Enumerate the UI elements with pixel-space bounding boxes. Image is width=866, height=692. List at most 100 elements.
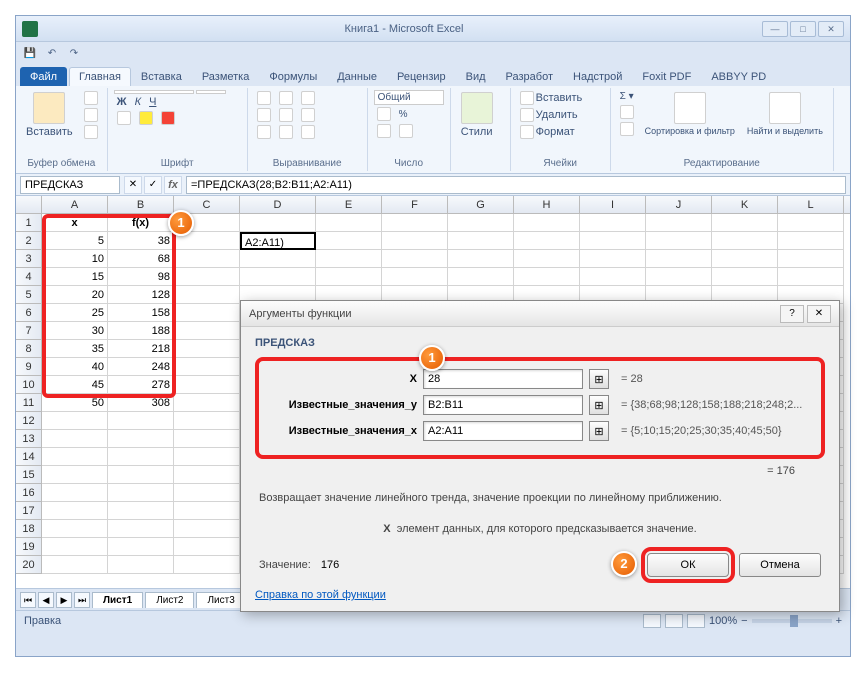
tab-formulas[interactable]: Формулы bbox=[259, 67, 327, 86]
cell-J1[interactable] bbox=[646, 214, 712, 232]
tab-insert[interactable]: Вставка bbox=[131, 67, 192, 86]
sort-filter-button[interactable]: Сортировка и фильтр bbox=[641, 90, 739, 138]
cell-C7[interactable] bbox=[174, 322, 240, 340]
cell-B18[interactable] bbox=[108, 520, 174, 538]
help-link[interactable]: Справка по этой функции bbox=[255, 589, 386, 601]
row-head-1[interactable]: 1 bbox=[16, 214, 42, 232]
arg-input-xk[interactable] bbox=[423, 421, 583, 441]
confirm-formula-icon[interactable]: ✓ bbox=[144, 176, 162, 194]
cell-E2[interactable] bbox=[316, 232, 382, 250]
maximize-button[interactable]: □ bbox=[790, 21, 816, 37]
cell-A10[interactable]: 45 bbox=[42, 376, 108, 394]
dialog-titlebar[interactable]: Аргументы функции ? ✕ bbox=[241, 301, 839, 327]
cell-L1[interactable] bbox=[778, 214, 844, 232]
font-color-button[interactable] bbox=[158, 110, 178, 126]
cell-E1[interactable] bbox=[316, 214, 382, 232]
undo-icon[interactable]: ↶ bbox=[44, 45, 60, 61]
cell-A15[interactable] bbox=[42, 466, 108, 484]
cell-B8[interactable]: 218 bbox=[108, 340, 174, 358]
range-selector-icon[interactable]: ⊞ bbox=[589, 395, 609, 415]
cell-B2[interactable]: 38 bbox=[108, 232, 174, 250]
row-head-15[interactable]: 15 bbox=[16, 466, 42, 484]
underline-button[interactable]: Ч bbox=[146, 95, 159, 109]
row-head-13[interactable]: 13 bbox=[16, 430, 42, 448]
cell-B9[interactable]: 248 bbox=[108, 358, 174, 376]
cell-B17[interactable] bbox=[108, 502, 174, 520]
cell-H1[interactable] bbox=[514, 214, 580, 232]
dialog-help-icon[interactable]: ? bbox=[780, 305, 804, 323]
tab-view[interactable]: Вид bbox=[456, 67, 496, 86]
cell-C16[interactable] bbox=[174, 484, 240, 502]
cell-G2[interactable] bbox=[448, 232, 514, 250]
tab-data[interactable]: Данные bbox=[327, 67, 387, 86]
cell-A4[interactable]: 15 bbox=[42, 268, 108, 286]
save-icon[interactable]: 💾 bbox=[22, 45, 38, 61]
col-head-F[interactable]: F bbox=[382, 196, 448, 213]
cell-C11[interactable] bbox=[174, 394, 240, 412]
cell-H2[interactable] bbox=[514, 232, 580, 250]
paste-button[interactable]: Вставить bbox=[22, 90, 77, 140]
cell-J2[interactable] bbox=[646, 232, 712, 250]
tab-layout[interactable]: Разметка bbox=[192, 67, 260, 86]
row-head-11[interactable]: 11 bbox=[16, 394, 42, 412]
zoom-slider[interactable] bbox=[752, 619, 832, 623]
cell-K1[interactable] bbox=[712, 214, 778, 232]
number-format[interactable]: Общий bbox=[374, 90, 444, 105]
cell-I3[interactable] bbox=[580, 250, 646, 268]
cell-C9[interactable] bbox=[174, 358, 240, 376]
dialog-close-icon[interactable]: ✕ bbox=[807, 305, 831, 323]
cut-button[interactable] bbox=[81, 90, 101, 106]
font-size[interactable] bbox=[196, 90, 226, 94]
formula-input[interactable]: =ПРЕДСКАЗ(28;B2:B11;A2:A11) bbox=[186, 176, 846, 194]
wrap-text[interactable] bbox=[298, 124, 318, 140]
cell-C20[interactable] bbox=[174, 556, 240, 574]
align-top[interactable] bbox=[254, 90, 274, 106]
row-head-10[interactable]: 10 bbox=[16, 376, 42, 394]
insert-cells[interactable]: Вставить bbox=[517, 90, 586, 106]
sheet-nav-prev[interactable]: ◀ bbox=[38, 592, 54, 608]
cell-B12[interactable] bbox=[108, 412, 174, 430]
cell-I1[interactable] bbox=[580, 214, 646, 232]
cell-C17[interactable] bbox=[174, 502, 240, 520]
cell-G4[interactable] bbox=[448, 268, 514, 286]
cell-D1[interactable] bbox=[240, 214, 316, 232]
cell-C15[interactable] bbox=[174, 466, 240, 484]
italic-button[interactable]: К bbox=[132, 95, 144, 109]
cell-B10[interactable]: 278 bbox=[108, 376, 174, 394]
cell-A17[interactable] bbox=[42, 502, 108, 520]
cell-B3[interactable]: 68 bbox=[108, 250, 174, 268]
close-button[interactable]: ✕ bbox=[818, 21, 844, 37]
range-selector-icon[interactable]: ⊞ bbox=[589, 369, 609, 389]
zoom-in[interactable]: + bbox=[836, 615, 842, 627]
cell-C14[interactable] bbox=[174, 448, 240, 466]
row-head-19[interactable]: 19 bbox=[16, 538, 42, 556]
cell-A6[interactable]: 25 bbox=[42, 304, 108, 322]
cell-C4[interactable] bbox=[174, 268, 240, 286]
tab-dev[interactable]: Разработ bbox=[496, 67, 563, 86]
fx-icon[interactable]: fx bbox=[164, 176, 182, 194]
row-head-7[interactable]: 7 bbox=[16, 322, 42, 340]
cell-C5[interactable] bbox=[174, 286, 240, 304]
cell-F1[interactable] bbox=[382, 214, 448, 232]
col-head-I[interactable]: I bbox=[580, 196, 646, 213]
col-head-D[interactable]: D bbox=[240, 196, 316, 213]
cell-B16[interactable] bbox=[108, 484, 174, 502]
cell-B20[interactable] bbox=[108, 556, 174, 574]
row-head-9[interactable]: 9 bbox=[16, 358, 42, 376]
border-button[interactable] bbox=[114, 110, 134, 126]
row-head-14[interactable]: 14 bbox=[16, 448, 42, 466]
row-head-18[interactable]: 18 bbox=[16, 520, 42, 538]
cell-K3[interactable] bbox=[712, 250, 778, 268]
sheet-tab-1[interactable]: Лист1 bbox=[92, 592, 143, 608]
cell-A16[interactable] bbox=[42, 484, 108, 502]
tab-addins[interactable]: Надстрой bbox=[563, 67, 632, 86]
styles-button[interactable]: Стили bbox=[457, 90, 497, 140]
cell-B19[interactable] bbox=[108, 538, 174, 556]
select-all-corner[interactable] bbox=[16, 196, 42, 213]
cancel-button[interactable]: Отмена bbox=[739, 553, 821, 577]
col-head-A[interactable]: A bbox=[42, 196, 108, 213]
tab-abbyy[interactable]: ABBYY PD bbox=[701, 67, 776, 86]
cell-A20[interactable] bbox=[42, 556, 108, 574]
cell-D4[interactable] bbox=[240, 268, 316, 286]
cell-A14[interactable] bbox=[42, 448, 108, 466]
